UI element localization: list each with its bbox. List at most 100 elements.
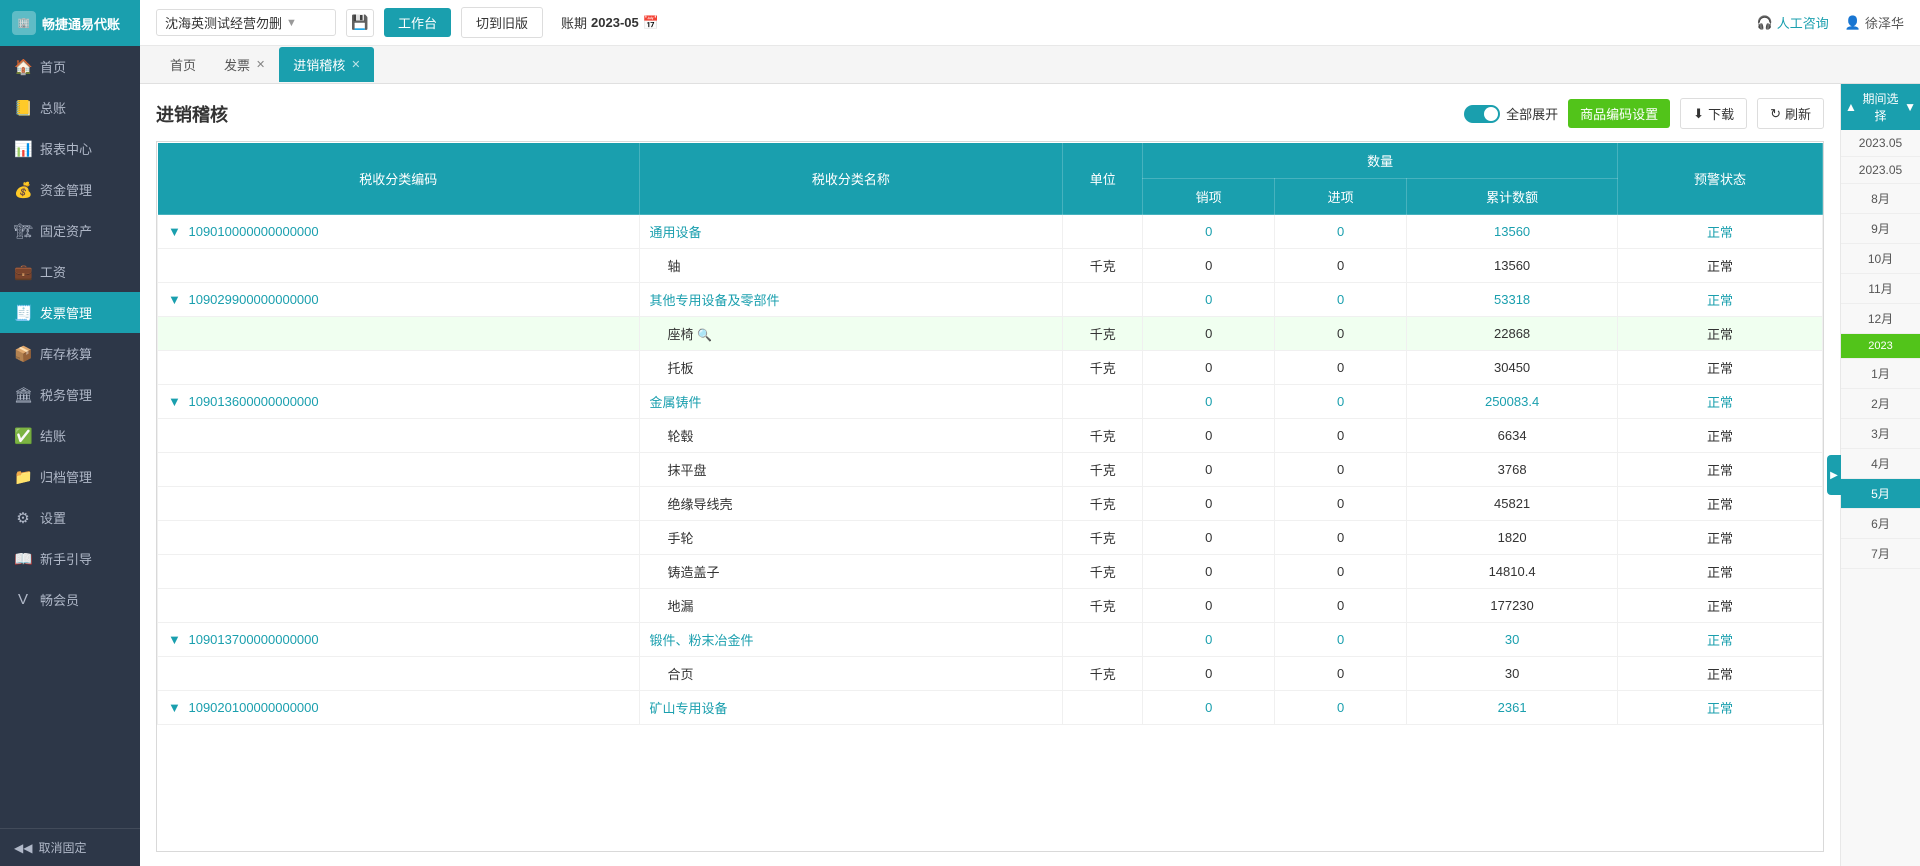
cell-purchase: 0 [1275,555,1407,589]
expand-icon[interactable]: ▼ [168,394,181,409]
unpin-label: 取消固定 [38,839,86,856]
cell-total: 250083.4 [1407,385,1618,419]
cell-code [158,589,640,623]
save-icon[interactable]: 💾 [346,9,374,37]
sidebar-item-archive[interactable]: 📁 归档管理 [0,456,140,497]
cell-total: 22868 [1407,317,1618,351]
period-item[interactable]: 9月 [1841,214,1920,244]
cell-sales: 0 [1143,317,1275,351]
sidebar-item-assets[interactable]: 🏗 固定资产 [0,210,140,251]
sidebar-label-ledger: 总账 [40,98,66,117]
sidebar-item-inventory[interactable]: 📦 库存核算 [0,333,140,374]
cell-warning: 正常 [1618,283,1823,317]
cell-unit: 千克 [1063,249,1143,283]
expand-icon[interactable]: ▼ [168,224,181,239]
cell-code: ▼ 109013700000000000 [158,623,640,657]
page-content: 进销稽核 全部展开 商品编码设置 ⬇ 下载 ↻ 刷新 [140,84,1920,866]
cell-code [158,657,640,691]
period-item[interactable]: 10月 [1841,244,1920,274]
period-item[interactable]: 6月 [1841,509,1920,539]
expand-icon[interactable]: ▼ [168,292,181,307]
service-button[interactable]: 🎧 人工咨询 [1757,13,1829,32]
cell-total: 3768 [1407,453,1618,487]
panel-up-button[interactable]: ▲ [1845,100,1857,114]
period-item[interactable]: 3月 [1841,419,1920,449]
sidebar-label-home: 首页 [40,57,66,76]
cell-warning: 正常 [1618,249,1823,283]
toggle-control[interactable] [1464,105,1500,123]
tab-reconcile-label: 进销稽核 [293,55,345,74]
cell-total: 177230 [1407,589,1618,623]
period-item[interactable]: 2023.05 [1841,157,1920,184]
sidebar-item-guide[interactable]: 📖 新手引导 [0,538,140,579]
cell-total: 1820 [1407,521,1618,555]
refresh-button[interactable]: ↻ 刷新 [1757,98,1824,129]
panel-header: ▲ 期间选择 ▼ [1841,84,1920,130]
cell-sales: 0 [1143,385,1275,419]
expand-toggle[interactable]: 全部展开 [1464,104,1558,123]
tab-invoice[interactable]: 发票 ✕ [210,47,279,82]
tab-reconcile[interactable]: 进销稽核 ✕ [279,47,374,82]
cell-purchase: 0 [1275,453,1407,487]
cell-total: 14810.4 [1407,555,1618,589]
sidebar-label-archive: 归档管理 [40,467,92,486]
sidebar-item-checkout[interactable]: ✅ 结账 [0,415,140,456]
archive-icon: 📁 [14,468,32,486]
sidebar-item-member[interactable]: V 畅会员 [0,579,140,620]
refresh-label: 刷新 [1785,104,1811,123]
cell-sales: 0 [1143,487,1275,521]
company-selector[interactable]: 沈海英测试经营勿删 ▼ [156,9,336,36]
sidebar-item-invoice[interactable]: 🧾 发票管理 [0,292,140,333]
tab-reconcile-close[interactable]: ✕ [351,58,360,71]
period-item[interactable]: 7月 [1841,539,1920,569]
invoice-icon: 🧾 [14,304,32,322]
company-name: 沈海英测试经营勿删 [165,13,282,32]
download-button[interactable]: ⬇ 下载 [1680,98,1747,129]
sidebar-item-ledger[interactable]: 📒 总账 [0,87,140,128]
search-icon[interactable]: 🔍 [697,328,712,342]
period-item[interactable]: 5月 [1841,479,1920,509]
cell-unit: 千克 [1063,351,1143,385]
cell-total: 13560 [1407,215,1618,249]
cell-name: 通用设备 [639,215,1063,249]
sidebar-item-reports[interactable]: 📊 报表中心 [0,128,140,169]
download-icon: ⬇ [1693,106,1704,122]
period-item[interactable]: 2023 [1841,334,1920,359]
cell-name: 其他专用设备及零部件 [639,283,1063,317]
header-unit: 单位 [1063,143,1143,215]
tab-invoice-close[interactable]: ✕ [256,58,265,71]
sidebar-item-home[interactable]: 🏠 首页 [0,46,140,87]
period-item[interactable]: 4月 [1841,449,1920,479]
panel-down-button[interactable]: ▼ [1904,100,1916,114]
sidebar-item-tax[interactable]: 🏛 税务管理 [0,374,140,415]
sidebar-item-funds[interactable]: 💰 资金管理 [0,169,140,210]
cell-warning: 正常 [1618,351,1823,385]
period-item[interactable]: 8月 [1841,184,1920,214]
product-code-button[interactable]: 商品编码设置 [1568,99,1670,128]
sidebar-item-settings[interactable]: ⚙ 设置 [0,497,140,538]
expand-icon[interactable]: ▼ [168,700,181,715]
period-item[interactable]: 12月 [1841,304,1920,334]
calendar-icon[interactable]: 📅 [643,15,659,31]
tab-invoice-label: 发票 [224,55,250,74]
collapse-panel-button[interactable]: ▶ [1827,455,1841,495]
period-item[interactable]: 2月 [1841,389,1920,419]
sidebar: 🏢 畅捷通易代账 🏠 首页 📒 总账 📊 报表中心 💰 资金管理 🏗 固定资产 … [0,0,140,866]
period-item[interactable]: 1月 [1841,359,1920,389]
cell-total: 13560 [1407,249,1618,283]
user-menu[interactable]: 👤 徐泽华 [1845,13,1904,32]
sidebar-item-salary[interactable]: 💼 工资 [0,251,140,292]
arrow-left-icon: ◀◀ [14,841,32,855]
sidebar-label-salary: 工资 [40,262,66,281]
sidebar-label-member: 畅会员 [40,590,79,609]
tab-home[interactable]: 首页 [156,47,210,82]
funds-icon: 💰 [14,181,32,199]
switch-version-button[interactable]: 切到旧版 [461,7,543,38]
period-item[interactable]: 11月 [1841,274,1920,304]
expand-icon[interactable]: ▼ [168,632,181,647]
unpin-button[interactable]: ◀◀ 取消固定 [0,828,140,866]
sidebar-label-assets: 固定资产 [40,221,92,240]
cell-purchase: 0 [1275,249,1407,283]
period-item[interactable]: 2023.05 [1841,130,1920,157]
workbench-button[interactable]: 工作台 [384,8,451,37]
